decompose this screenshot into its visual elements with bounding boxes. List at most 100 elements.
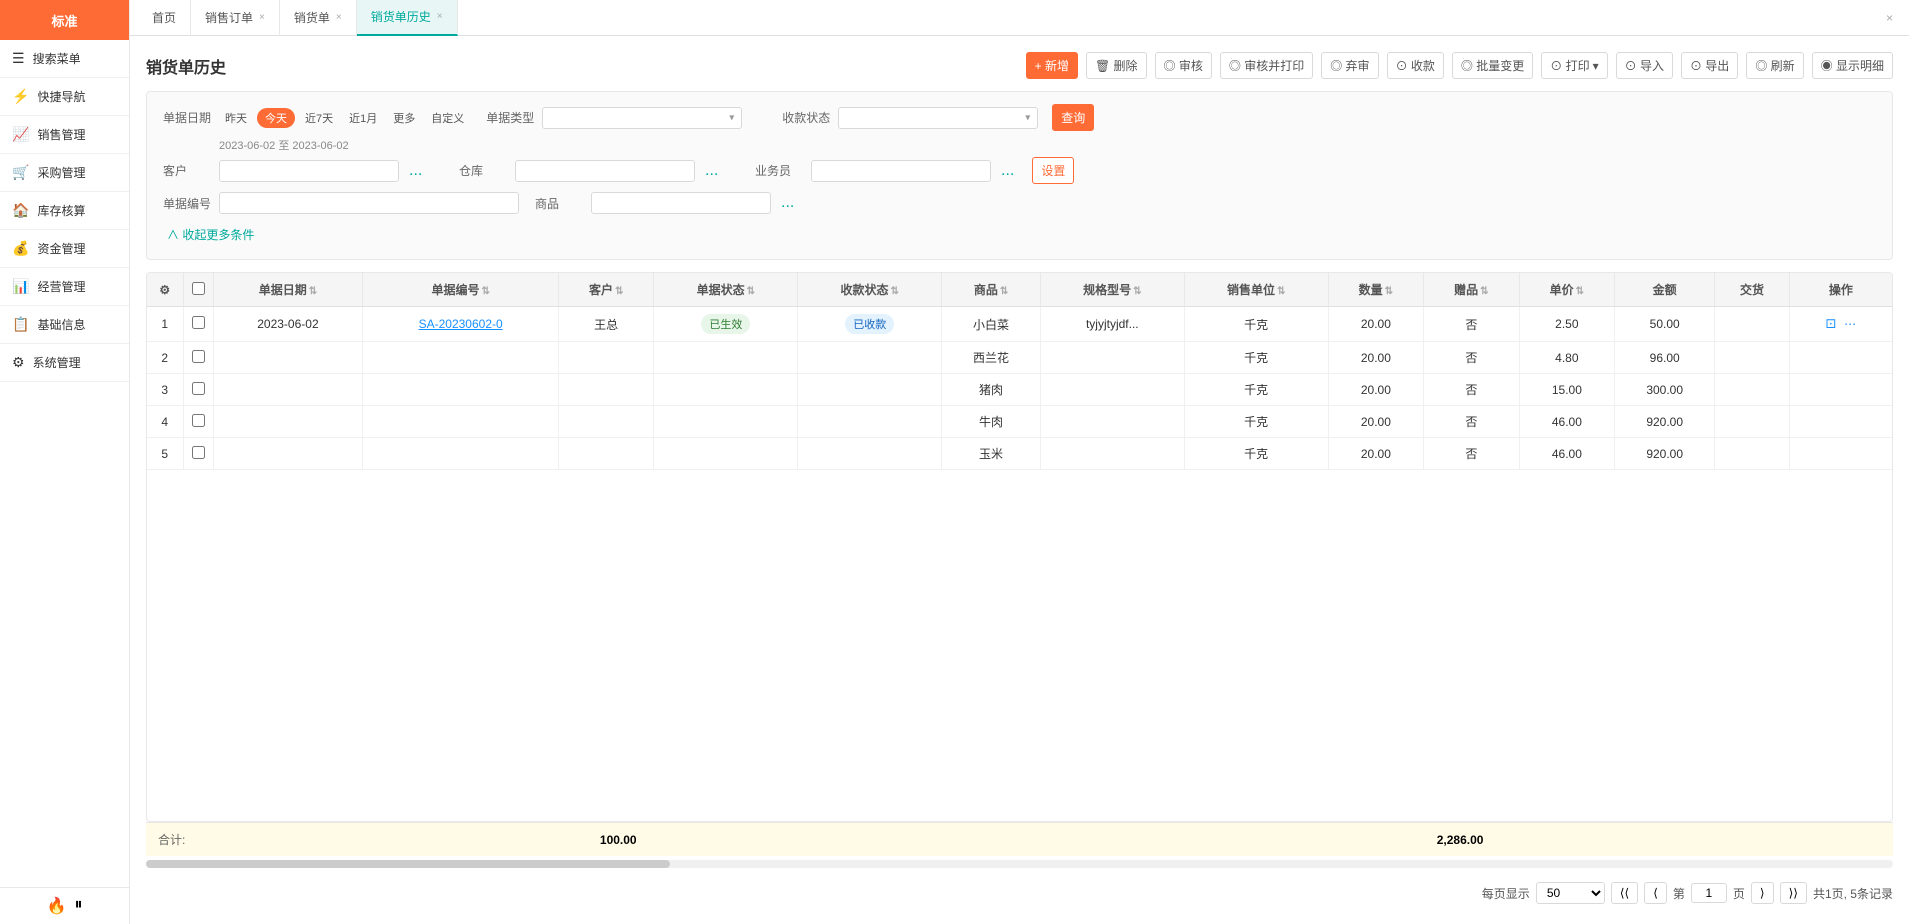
last-page-button[interactable]: ⟩⟩	[1780, 882, 1807, 904]
col-doc-status: 单据状态⇅	[654, 273, 798, 307]
sidebar-item-ops-mgmt[interactable]: 📊 经营管理	[0, 268, 129, 306]
warehouse-select-btn[interactable]: ...	[701, 162, 722, 180]
sidebar-item-inventory[interactable]: 🏠 库存核算	[0, 192, 129, 230]
tab-home[interactable]: 首页	[138, 0, 191, 36]
warehouse-input[interactable]	[515, 160, 695, 182]
salesperson-select-btn[interactable]: ...	[997, 162, 1018, 180]
cell-sales-unit: 千克	[1184, 307, 1328, 342]
col-checkbox[interactable]	[183, 273, 213, 307]
date-range-display: 2023-06-02 至 2023-06-02	[219, 137, 349, 153]
sort-unit-price-icon[interactable]: ⇅	[1576, 286, 1584, 297]
page-number-input[interactable]	[1691, 883, 1727, 903]
tab-close-all[interactable]: ×	[1878, 11, 1901, 25]
sort-product-icon[interactable]: ⇅	[1000, 286, 1008, 297]
export-button[interactable]: ⊙ 导出	[1681, 52, 1738, 79]
filter-collapse-button[interactable]: ∧ 收起更多条件	[163, 222, 258, 247]
cell-transaction	[1715, 374, 1790, 406]
search-menu-icon: ☰	[12, 50, 25, 67]
tab-close-sales-delivery[interactable]: ×	[336, 12, 342, 23]
edit-btn-0[interactable]: ⚀	[1822, 315, 1840, 333]
toolbar: 销货单历史 + 新增 🗑 删除 ◎ 审核 ◎ 审核并打印 ◎ 弃审 ⊙ 收款 ◎…	[146, 52, 1893, 79]
col-settings[interactable]: ⚙	[147, 273, 183, 307]
sidebar-item-purchase-mgmt[interactable]: 🛒 采购管理	[0, 154, 129, 192]
payment-status-badge: 已收款	[845, 314, 894, 334]
per-page-select[interactable]: 50 10 20 100	[1536, 882, 1605, 904]
salesperson-input[interactable]	[811, 160, 991, 182]
row-checkbox-4[interactable]	[192, 446, 205, 459]
sort-doc-status-icon[interactable]: ⇅	[747, 286, 755, 297]
sidebar-item-sales-mgmt[interactable]: 📈 销售管理	[0, 116, 129, 154]
row-checkbox-3[interactable]	[192, 414, 205, 427]
row-checkbox-0[interactable]	[192, 316, 205, 329]
date-btn-today[interactable]: 今天	[257, 108, 295, 128]
customer-input[interactable]	[219, 160, 399, 182]
date-btn-yesterday[interactable]: 昨天	[219, 108, 253, 128]
doc-type-select[interactable]	[542, 107, 742, 129]
sidebar-item-search-menu[interactable]: ☰ 搜索菜单	[0, 40, 129, 78]
doc-no-link[interactable]: SA-20230602-0	[419, 317, 503, 331]
cell-actions: ⚀⋯	[1789, 307, 1892, 342]
date-btn-1month[interactable]: 近1月	[343, 108, 383, 128]
select-all-checkbox[interactable]	[192, 282, 205, 295]
sort-quantity-icon[interactable]: ⇅	[1385, 286, 1393, 297]
horizontal-scrollbar[interactable]	[146, 860, 1893, 868]
date-btn-custom[interactable]: 自定义	[425, 108, 470, 128]
delete-button[interactable]: 🗑 删除	[1086, 52, 1147, 79]
approve-button[interactable]: ◎ 审核	[1155, 52, 1212, 79]
new-button[interactable]: + 新增	[1026, 52, 1078, 79]
sort-payment-status-icon[interactable]: ⇅	[891, 286, 899, 297]
sidebar-bottom-icon1[interactable]: 🔥	[47, 896, 67, 916]
tab-sales-history[interactable]: 销货单历史 ×	[357, 0, 458, 36]
col-sales-unit: 销售单位⇅	[1184, 273, 1328, 307]
sort-customer-icon[interactable]: ⇅	[615, 286, 623, 297]
sidebar-item-finance-mgmt[interactable]: 💰 资金管理	[0, 230, 129, 268]
scrollbar-thumb[interactable]	[146, 860, 670, 868]
cell-doc-date: 2023-06-02	[213, 307, 363, 342]
cell-doc-status	[654, 406, 798, 438]
product-input[interactable]	[591, 192, 771, 214]
cell-row-num: 4	[147, 406, 183, 438]
tab-close-sales-history[interactable]: ×	[437, 11, 443, 22]
cell-product: 小白菜	[942, 307, 1041, 342]
doc-no-input[interactable]	[219, 192, 519, 214]
sort-doc-date-icon[interactable]: ⇅	[309, 286, 317, 297]
refresh-button[interactable]: ◎ 刷新	[1746, 52, 1803, 79]
settings-filter-button[interactable]: 设置	[1032, 157, 1074, 184]
sidebar-item-quick-nav[interactable]: ⚡ 快捷导航	[0, 78, 129, 116]
tab-sales-delivery[interactable]: 销货单 ×	[280, 0, 357, 36]
approve-print-button[interactable]: ◎ 审核并打印	[1220, 52, 1313, 79]
product-select-btn[interactable]: ...	[777, 194, 798, 212]
show-detail-button[interactable]: ◉ 显示明细	[1812, 52, 1893, 79]
customer-select-btn[interactable]: ...	[405, 162, 426, 180]
receive-button[interactable]: ⊙ 收款	[1387, 52, 1444, 79]
per-page-label: 每页显示	[1482, 885, 1530, 902]
query-button[interactable]: 查询	[1052, 104, 1094, 131]
print-button[interactable]: ⊙ 打印 ▾	[1541, 52, 1607, 79]
filter-group-customer: 客户 ...	[163, 160, 443, 182]
sort-gift-icon[interactable]: ⇅	[1480, 286, 1488, 297]
sort-doc-no-icon[interactable]: ⇅	[481, 286, 489, 297]
date-btn-7days[interactable]: 近7天	[299, 108, 339, 128]
date-btn-more[interactable]: 更多	[387, 108, 421, 128]
sidebar-item-sys-mgmt[interactable]: ⚙ 系统管理	[0, 344, 129, 382]
cell-customer	[558, 342, 654, 374]
abandon-button[interactable]: ◎ 弃审	[1321, 52, 1378, 79]
more-btn-0[interactable]: ⋯	[1840, 315, 1860, 333]
tab-sales-order[interactable]: 销售订单 ×	[191, 0, 280, 36]
prev-page-button[interactable]: ⟨	[1644, 882, 1667, 904]
import-button[interactable]: ⊙ 导入	[1616, 52, 1673, 79]
sort-spec-icon[interactable]: ⇅	[1133, 286, 1141, 297]
payment-status-select[interactable]	[838, 107, 1038, 129]
cell-customer	[558, 374, 654, 406]
batch-change-button[interactable]: ◎ 批量变更	[1452, 52, 1533, 79]
sort-sales-unit-icon[interactable]: ⇅	[1277, 286, 1285, 297]
sidebar-item-base-info[interactable]: 📋 基础信息	[0, 306, 129, 344]
cell-amount: 96.00	[1615, 342, 1715, 374]
row-checkbox-2[interactable]	[192, 382, 205, 395]
next-page-button[interactable]: ⟩	[1751, 882, 1774, 904]
cell-row-num: 5	[147, 438, 183, 470]
sidebar-bottom-icon2[interactable]: ⏸	[74, 896, 82, 916]
row-checkbox-1[interactable]	[192, 350, 205, 363]
tab-close-sales-order[interactable]: ×	[259, 12, 265, 23]
first-page-button[interactable]: ⟨⟨	[1611, 882, 1638, 904]
